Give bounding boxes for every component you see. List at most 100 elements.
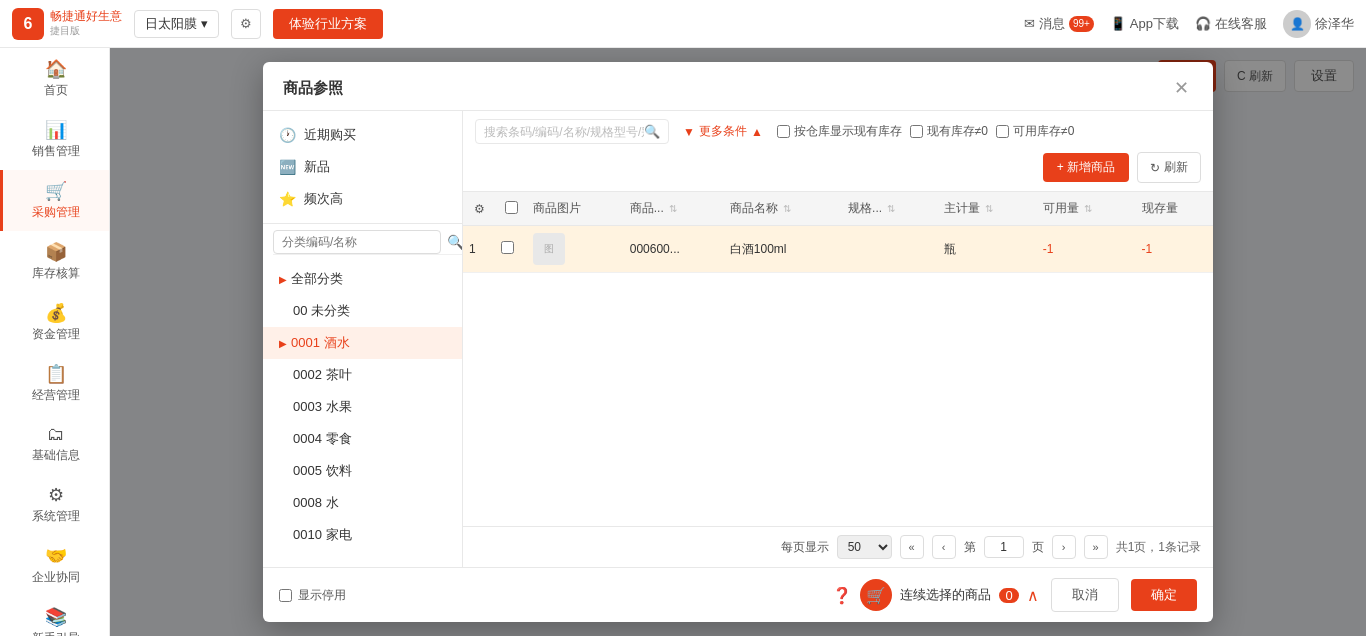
quick-label-frequent: 频次高 [304,190,343,208]
filter-label: 更多条件 [699,123,747,140]
phone-icon: 📱 [1110,16,1126,31]
cart-button[interactable]: 🛒 [860,579,892,611]
cat-item-0008[interactable]: 0008 水 [263,487,462,519]
cat-item-00[interactable]: 00 未分类 [263,295,462,327]
page-number-input[interactable] [984,536,1024,558]
modal-overlay: 商品参照 ✕ 🕐 近期购买 [110,48,1366,636]
show-disabled-checkbox-item[interactable]: 显示停用 [279,587,346,604]
app-download-item[interactable]: 📱 App下载 [1110,15,1179,33]
sidebar-label-enterprise: 企业协同 [32,569,80,586]
settings-icon[interactable]: ⚙ [231,9,261,39]
message-label: 消息 [1039,15,1065,33]
app-download-label: App下载 [1130,15,1179,33]
cell-available: -1 [1037,226,1136,273]
warehouse-checkbox-item[interactable]: 按仓库显示现有库存 [777,123,902,140]
sidebar-item-purchase[interactable]: 🛒 采购管理 [0,170,109,231]
page-total-info: 共1页，1条记录 [1116,539,1201,556]
sidebar-item-inventory[interactable]: 📦 库存核算 [0,231,109,292]
sidebar-item-basic[interactable]: 🗂 基础信息 [0,414,109,474]
col-header-check [495,192,527,226]
modal-close-button[interactable]: ✕ [1169,76,1193,100]
cell-spec [842,226,938,273]
show-disabled-checkbox[interactable] [279,589,292,602]
online-service-item[interactable]: 🎧 在线客服 [1195,15,1267,33]
col-header-gear: ⚙ [463,192,495,226]
store-selector[interactable]: 日太阳膜 ▾ [134,10,219,38]
modal-header: 商品参照 ✕ [263,62,1213,111]
table-toolbar: 🔍 ▼ 更多条件 ▲ 按仓库显示现有库存 [463,111,1213,192]
available-stock-checkbox[interactable] [996,125,1009,138]
cat-item-0002[interactable]: 0002 茶叶 [263,359,462,391]
guide-icon: 📚 [45,606,67,628]
cat-arrow-0001: ▶ [279,338,287,349]
product-table-wrap: ⚙ 商品图片 商品... ⇅ 商品名称 ⇅ 规格... ⇅ 主计量 ⇅ 可用量 … [463,192,1213,526]
cat-item-0005[interactable]: 0005 饮料 [263,455,462,487]
modal-title: 商品参照 [283,79,343,98]
select-all-checkbox[interactable] [505,201,518,214]
product-search-input[interactable] [484,125,644,139]
warehouse-checkbox[interactable] [777,125,790,138]
prev-page-button[interactable]: ‹ [932,535,956,559]
first-page-button[interactable]: « [900,535,924,559]
existing-stock-checkbox-item[interactable]: 现有库存≠0 [910,123,988,140]
gear-icon[interactable]: ⚙ [474,202,485,216]
sidebar-item-finance[interactable]: 💰 资金管理 [0,292,109,353]
sidebar-label-inventory: 库存核算 [32,265,80,282]
sidebar-item-system[interactable]: ⚙ 系统管理 [0,474,109,535]
help-icon[interactable]: ❓ [832,586,852,605]
pagination: 每页显示 50 10 20 100 « ‹ 第 页 [463,526,1213,567]
cell-code: 000600... [624,226,724,273]
cat-item-0004[interactable]: 0004 零食 [263,423,462,455]
quick-item-recent[interactable]: 🕐 近期购买 [263,119,462,151]
product-image: 图 [533,233,565,265]
page-suffix: 页 [1032,539,1044,556]
trial-button[interactable]: 体验行业方案 [273,9,383,39]
category-search-icon[interactable]: 🔍 [447,234,463,250]
row-checkbox[interactable] [501,241,514,254]
product-search-wrap: 🔍 [475,119,669,144]
logo-icon: 6 [12,8,44,40]
sidebar-item-enterprise[interactable]: 🤝 企业协同 [0,535,109,596]
cart-collapse-button[interactable]: ∧ [1027,586,1039,605]
last-page-button[interactable]: » [1084,535,1108,559]
cat-item-0003[interactable]: 0003 水果 [263,391,462,423]
available-stock-checkbox-item[interactable]: 可用库存≠0 [996,123,1074,140]
basic-icon: 🗂 [47,424,65,445]
new-icon: 🆕 [279,159,296,175]
existing-stock-checkbox[interactable] [910,125,923,138]
col-header-image: 商品图片 [527,192,624,226]
add-product-button[interactable]: + 新增商品 [1043,153,1129,182]
sidebar-item-sales[interactable]: 📊 销售管理 [0,109,109,170]
cat-item-0001[interactable]: ▶ 0001 酒水 [263,327,462,359]
cancel-button[interactable]: 取消 [1051,578,1119,612]
sidebar-label-finance: 资金管理 [32,326,80,343]
page-size-select[interactable]: 50 10 20 100 [837,535,892,559]
finance-icon: 💰 [45,302,67,324]
product-reference-modal: 商品参照 ✕ 🕐 近期购买 [263,62,1213,622]
cat-label-0005: 0005 饮料 [293,462,352,480]
message-item[interactable]: ✉ 消息 99+ [1024,15,1094,33]
cat-item-all[interactable]: ▶ 全部分类 [263,263,462,295]
quick-item-new[interactable]: 🆕 新品 [263,151,462,183]
next-page-button[interactable]: › [1052,535,1076,559]
category-search-row: 🔍 [273,230,463,255]
sidebar-item-operations[interactable]: 📋 经营管理 [0,353,109,414]
online-service-label: 在线客服 [1215,15,1267,33]
table-row[interactable]: 1 图 000600... 白酒100ml 瓶 [463,226,1213,273]
more-filter-button[interactable]: ▼ 更多条件 ▲ [677,119,769,144]
quick-item-frequent[interactable]: ⭐ 频次高 [263,183,462,215]
cart-area: ❓ 🛒 连续选择的商品 0 ∧ [832,579,1039,611]
home-icon: 🏠 [45,58,67,80]
cat-item-0010[interactable]: 0010 家电 [263,519,462,551]
content-area: 查询 C 刷新 设置 商品参照 ✕ [110,48,1366,636]
confirm-button[interactable]: 确定 [1131,579,1197,611]
refresh-table-button[interactable]: ↻ 刷新 [1137,152,1201,183]
product-search-icon[interactable]: 🔍 [644,124,660,139]
nav-right: ✉ 消息 99+ 📱 App下载 🎧 在线客服 👤 徐泽华 [1024,10,1354,38]
col-header-stock: 现存量 [1136,192,1213,226]
sidebar-item-guide[interactable]: 📚 新手引导 [0,596,109,636]
category-search-input[interactable] [273,230,441,254]
user-item[interactable]: 👤 徐泽华 [1283,10,1354,38]
sidebar-item-home[interactable]: 🏠 首页 [0,48,109,109]
cat-label-0001: 0001 酒水 [291,334,350,352]
